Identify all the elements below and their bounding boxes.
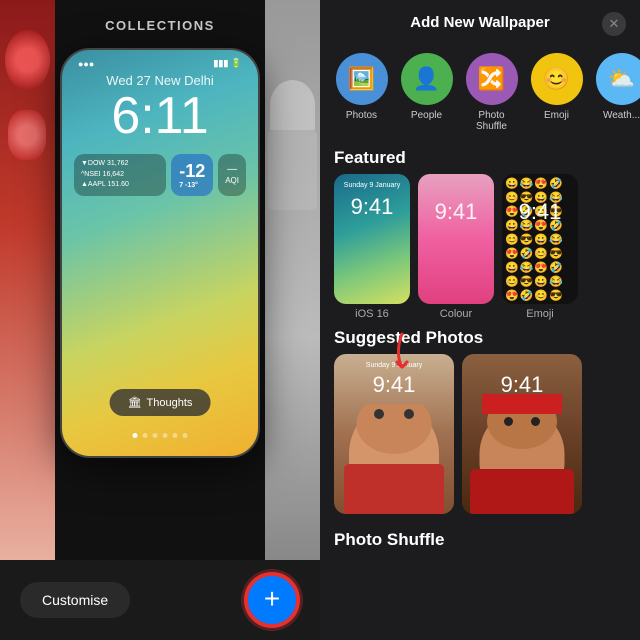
emoji-label2: Emoji [526,308,554,320]
ios16-date: Sunday 9 January [344,182,400,189]
temp-widget: -12 7 -13° [171,154,213,196]
temp-value: -12 7 -13° [179,161,205,189]
dot-3 [153,433,158,438]
shuffle-label: PhotoShuffle [476,110,507,132]
suggested-title: Suggested Photos [320,320,640,354]
people-label: People [411,110,442,121]
emoji-thumb: 😀😂😍🤣😊😎 😀😂😍🤣😊😎 😀😂😍🤣😊😎 😀😂😍🤣😊😎 😀😂😍🤣😊😎 😀😂😍🤣😊… [502,174,578,304]
type-people[interactable]: 👤 People [399,53,454,132]
suggested-row: Sunday 9 January 9:41 9:41 [320,354,640,514]
featured-title: Featured [320,140,640,174]
colour-thumb: 9:41 [418,174,494,304]
emoji-time: 9:41 [519,199,562,225]
phone-widgets: ▼DOW 31,762 ^NSEI 16,642 ▲AAPL 151.60 -1… [62,146,258,204]
stock3: ▲AAPL 151.60 [81,180,159,191]
photos-label: Photos [346,110,377,121]
status-bar: ●●● ▮▮▮ 🔋 [62,50,258,69]
thoughts-widget: 🏛 Thoughts [110,389,211,416]
colour-time: 9:41 [435,199,478,225]
close-button[interactable]: ✕ [602,12,626,36]
add-wallpaper-button[interactable]: + [244,572,300,628]
weather-label: Weath... [603,110,640,121]
phone-date: Wed 27 New Delhi [62,73,258,88]
left-photo-strip [0,0,55,560]
type-photos[interactable]: 🖼️ Photos [334,53,389,132]
dot-6 [183,433,188,438]
dot-1 [133,433,138,438]
plus-icon: + [264,585,280,613]
weather-icon: ⛅ [596,53,640,105]
customise-button[interactable]: Customise [20,582,130,618]
right-header: Add New Wallpaper ✕ [320,0,640,45]
phone-time: 6:11 [62,90,258,142]
photo-shuffle-title: Photo Shuffle [334,522,626,554]
panel-title: Add New Wallpaper [410,14,549,31]
people-icon: 👤 [401,53,453,105]
aqi-widget: —AQI [218,154,246,196]
arrow-indicator [388,332,416,387]
dot-2 [143,433,148,438]
stock-widget: ▼DOW 31,762 ^NSEI 16,642 ▲AAPL 151.60 [74,154,166,196]
collections-title: COLLECTIONS [105,18,215,33]
featured-ios16[interactable]: Sunday 9 January 9:41 iOS 16 [334,174,410,320]
suggested-photo-2[interactable]: 9:41 [462,354,582,514]
shuffle-icon: 🔀 [466,53,518,105]
bottom-bar: Customise + [0,560,320,640]
page-dots [133,433,188,438]
bank-icon: 🏛 [128,396,142,409]
ios16-time: 9:41 [351,194,394,220]
featured-colour[interactable]: 9:41 Colour [418,174,494,320]
type-weather[interactable]: ⛅ Weath... [594,53,640,132]
status-left: ●●● [78,59,94,69]
dot-4 [163,433,168,438]
emoji-icon: 😊 [531,53,583,105]
ios16-thumb: Sunday 9 January 9:41 [334,174,410,304]
dot-5 [173,433,178,438]
type-shuffle[interactable]: 🔀 PhotoShuffle [464,53,519,132]
emoji-label: Emoji [544,110,569,121]
featured-row: Sunday 9 January 9:41 iOS 16 9:41 Colour… [320,174,640,320]
colour-label: Colour [440,308,472,320]
wallpaper-types: 🖼️ Photos 👤 People 🔀 PhotoShuffle 😊 Emoj… [320,45,640,140]
status-right: ▮▮▮ 🔋 [213,58,242,69]
right-panel: Add New Wallpaper ✕ 🖼️ Photos 👤 People 🔀… [320,0,640,640]
left-panel: COLLECTIONS ●●● ▮▮▮ 🔋 Wed 27 New Delhi 6… [0,0,320,640]
photos-icon: 🖼️ [336,53,388,105]
right-photo-strip [265,0,320,560]
photo-shuffle-section: Photo Shuffle [320,514,640,558]
type-emoji[interactable]: 😊 Emoji [529,53,584,132]
thoughts-label: Thoughts [147,397,193,409]
emoji-grid: 😀😂😍🤣😊😎 😀😂😍🤣😊😎 😀😂😍🤣😊😎 😀😂😍🤣😊😎 😀😂😍🤣😊😎 😀😂😍🤣😊… [505,177,575,301]
stock2: ^NSEI 16,642 [81,170,159,181]
featured-emoji[interactable]: 😀😂😍🤣😊😎 😀😂😍🤣😊😎 😀😂😍🤣😊😎 😀😂😍🤣😊😎 😀😂😍🤣😊😎 😀😂😍🤣😊… [502,174,578,320]
stock1: ▼DOW 31,762 [81,159,159,170]
phone-frame: ●●● ▮▮▮ 🔋 Wed 27 New Delhi 6:11 ▼DOW 31,… [60,48,260,458]
ios16-label: iOS 16 [355,308,389,320]
